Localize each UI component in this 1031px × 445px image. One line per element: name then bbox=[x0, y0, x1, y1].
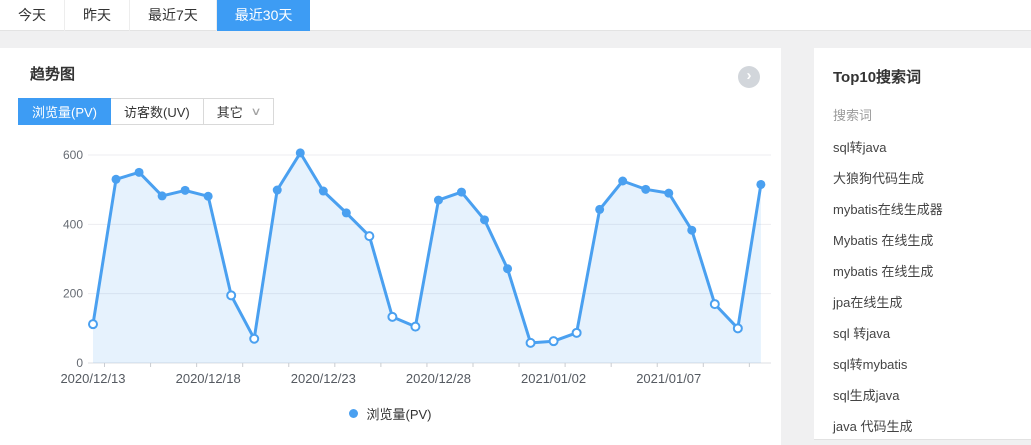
top-search-title: Top10搜索词 bbox=[814, 48, 1031, 87]
legend-label: 浏览量(PV) bbox=[366, 404, 431, 423]
date-range-tab[interactable]: 昨天 bbox=[65, 0, 130, 31]
svg-text:400: 400 bbox=[63, 217, 83, 231]
legend-item-pv[interactable]: 浏览量(PV) bbox=[0, 404, 781, 423]
next-chart-button[interactable]: › bbox=[738, 66, 760, 88]
trend-chart-svg: 0 200 400 600 2020/12/13 2020/12/18 2020/12/23… bbox=[38, 142, 778, 394]
svg-text:2020/12/13: 2020/12/13 bbox=[60, 371, 125, 386]
search-term-item[interactable]: sql生成java bbox=[814, 380, 1031, 411]
search-term-list: sql转java大狼狗代码生成mybatis在线生成器Mybatis 在线生成m… bbox=[814, 132, 1031, 442]
date-range-tabbar: 今天昨天最近7天最近30天 bbox=[0, 0, 1031, 31]
svg-text:600: 600 bbox=[63, 148, 83, 162]
chevron-right-icon: › bbox=[747, 67, 752, 84]
legend-dot bbox=[349, 409, 358, 418]
chevron-down-icon: ∨ bbox=[250, 105, 261, 118]
svg-text:2020/12/18: 2020/12/18 bbox=[176, 371, 241, 386]
metric-other-dropdown[interactable]: 其它 ∨ bbox=[203, 98, 274, 125]
search-term-item[interactable]: Mybatis 在线生成 bbox=[814, 225, 1031, 256]
search-term-item[interactable]: sql转java bbox=[814, 132, 1031, 163]
search-term-item[interactable]: sql转mybatis bbox=[814, 349, 1031, 380]
date-range-tab[interactable]: 最近7天 bbox=[130, 0, 217, 31]
top-search-panel: Top10搜索词 搜索词 sql转java大狼狗代码生成mybatis在线生成器… bbox=[814, 48, 1031, 440]
search-term-item[interactable]: mybatis 在线生成 bbox=[814, 256, 1031, 287]
search-term-item[interactable]: mybatis在线生成器 bbox=[814, 194, 1031, 225]
trend-panel-title: 趋势图 bbox=[30, 63, 75, 84]
metric-other-label: 其它 bbox=[217, 102, 243, 121]
svg-text:200: 200 bbox=[63, 287, 83, 301]
search-term-item[interactable]: jpa在线生成 bbox=[814, 287, 1031, 318]
metric-tab[interactable]: 浏览量(PV) bbox=[18, 98, 111, 125]
metric-tab[interactable]: 访客数(UV) bbox=[110, 98, 204, 125]
trend-chart: 0 200 400 600 2020/12/13 2020/12/18 2020/12/23… bbox=[38, 142, 778, 394]
svg-text:2021/01/02: 2021/01/02 bbox=[521, 371, 586, 386]
search-term-column-header: 搜索词 bbox=[814, 87, 1031, 124]
search-term-item[interactable]: 大狼狗代码生成 bbox=[814, 163, 1031, 194]
date-range-tab[interactable]: 最近30天 bbox=[217, 0, 311, 31]
search-term-item[interactable]: java 代码生成 bbox=[814, 411, 1031, 442]
svg-text:2021/01/07: 2021/01/07 bbox=[636, 371, 701, 386]
svg-text:0: 0 bbox=[76, 356, 83, 370]
svg-text:2020/12/28: 2020/12/28 bbox=[406, 371, 471, 386]
svg-text:2020/12/23: 2020/12/23 bbox=[291, 371, 356, 386]
search-term-item[interactable]: sql 转java bbox=[814, 318, 1031, 349]
metric-tabbar: 浏览量(PV)访客数(UV) 其它 ∨ bbox=[18, 98, 274, 125]
date-range-tab[interactable]: 今天 bbox=[0, 0, 65, 31]
trend-panel: 趋势图 › 浏览量(PV)访客数(UV)其它∨ 02004006002020/1… bbox=[0, 48, 781, 445]
